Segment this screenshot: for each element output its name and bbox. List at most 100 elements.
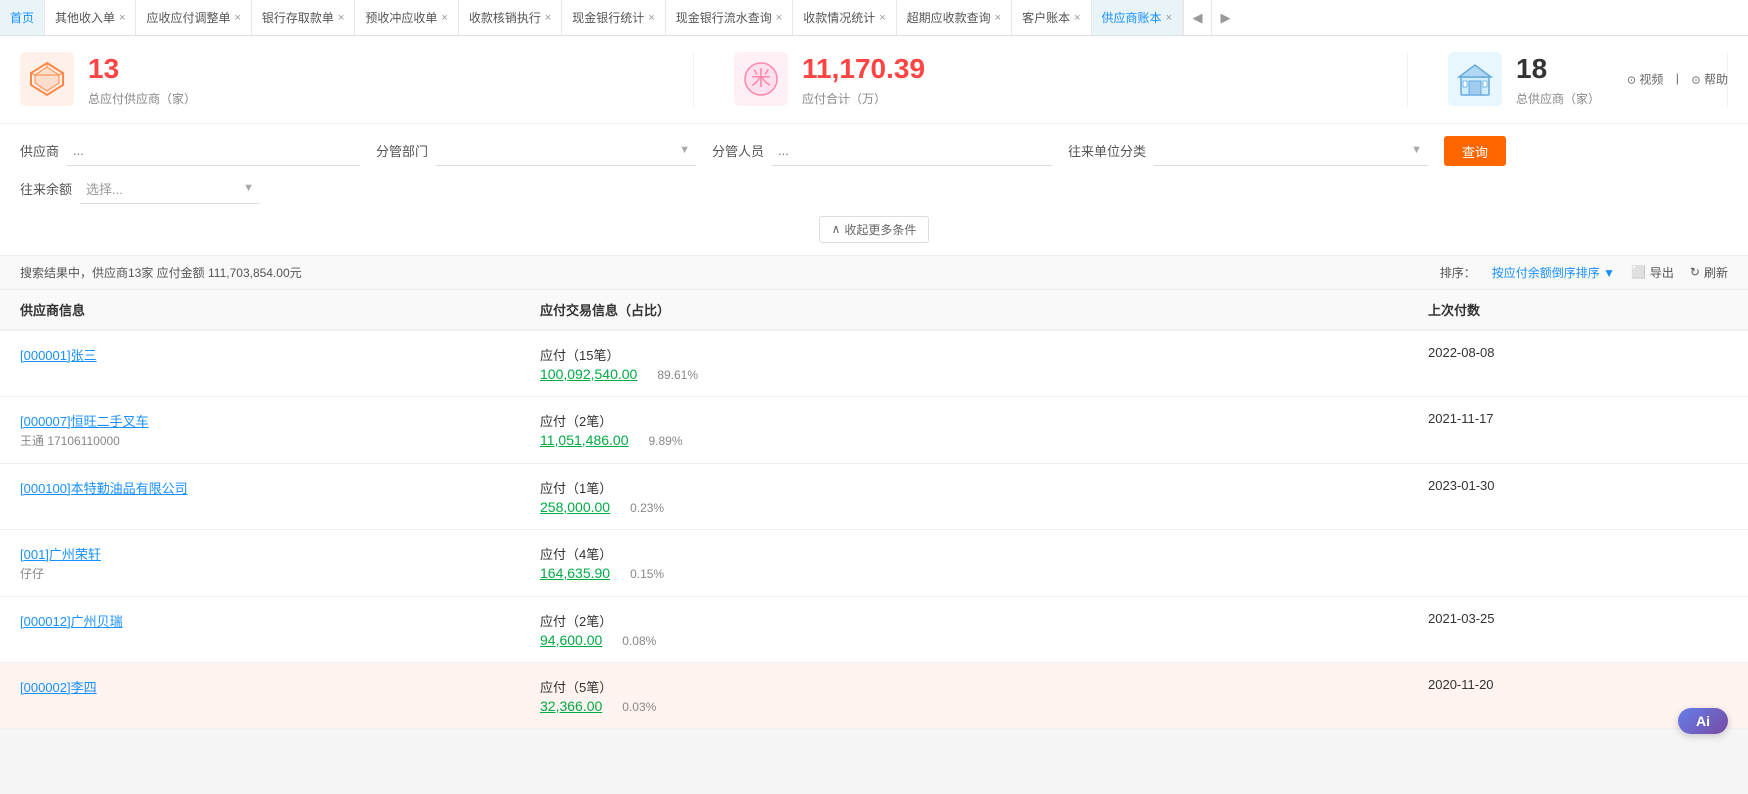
nav-tab-10-close[interactable]: × (1074, 12, 1080, 24)
ai-badge[interactable]: Ai (1678, 708, 1728, 734)
nav-tab-5[interactable]: 收款核销执行 × (459, 0, 562, 36)
nav-tab-5-close[interactable]: × (545, 12, 551, 24)
supplier-link-4[interactable]: [000012]广州贝瑞 (20, 611, 540, 630)
svg-text:米: 米 (751, 67, 771, 90)
nav-tab-8-close[interactable]: × (879, 12, 885, 24)
stats-banner: 13 总应付供应商（家） 米 11,170.39 应付合计（万） (0, 36, 1748, 124)
stat-label-payable-total: 应付合计（万） (802, 90, 925, 107)
refresh-button[interactable]: ↻ 刷新 (1690, 264, 1728, 281)
balance-chevron-down-icon: ▼ (243, 182, 254, 194)
cell-supplier-5: [000002]李四 (20, 677, 540, 696)
stat-info-total-suppliers: 18 总供应商（家） (1516, 52, 1600, 107)
nav-tab-6-close[interactable]: × (648, 12, 654, 24)
top-navigation: 首页 其他收入单 × 应收应付调整单 × 银行存取款单 × 预收冲应收单 × 收… (0, 0, 1748, 36)
table-row: [000100]本特勤油品有限公司 应付（1笔） 258,000.00 0.23… (0, 464, 1748, 530)
cell-transaction-5: 应付（5笔） 32,366.00 0.03% (540, 677, 1428, 714)
sort-value-label: 按应付余额倒序排序 (1492, 266, 1600, 280)
nav-tab-3[interactable]: 银行存取款单 × (252, 0, 355, 36)
nav-prev-arrow[interactable]: ◀ (1183, 0, 1211, 36)
trans-amount-4[interactable]: 94,600.00 (540, 632, 602, 648)
nav-tab-6[interactable]: 现金银行统计 × (562, 0, 665, 36)
nav-tab-home[interactable]: 首页 (0, 0, 45, 36)
supplier-link-0[interactable]: [000001]张三 (20, 345, 540, 364)
trans-amount-1[interactable]: 11,051,486.00 (540, 432, 629, 448)
collapse-button[interactable]: ∧ 收起更多条件 (819, 216, 930, 243)
nav-tab-2-close[interactable]: × (234, 12, 240, 24)
cell-lastpay-1: 2021-11-17 (1428, 411, 1728, 426)
trans-amount-3[interactable]: 164,635.90 (540, 565, 610, 581)
nav-tab-6-label: 现金银行统计 (572, 9, 644, 26)
result-summary: 搜索结果中，供应商13家 应付金额 111,703,854.00元 (20, 264, 302, 281)
nav-next-arrow[interactable]: ▶ (1211, 0, 1239, 36)
sort-dropdown[interactable]: 按应付余额倒序排序 ▼ (1492, 264, 1615, 281)
stat-icon-diamond (20, 52, 74, 106)
cell-lastpay-2: 2023-01-30 (1428, 478, 1728, 493)
result-bar-right: 排序： 按应付余额倒序排序 ▼ ⬜ 导出 ↻ 刷新 (1440, 264, 1728, 281)
trans-amount-2[interactable]: 258,000.00 (540, 499, 610, 515)
nav-tab-7-close[interactable]: × (776, 12, 782, 24)
balance-placeholder: 选择... (86, 179, 123, 198)
nav-tab-9-label: 超期应收款查询 (907, 9, 991, 26)
trans-amount-0[interactable]: 100,092,540.00 (540, 366, 637, 382)
cell-supplier-4: [000012]广州贝瑞 (20, 611, 540, 630)
supplier-link-1[interactable]: [000007]恒旺二手叉车 (20, 411, 540, 430)
query-button[interactable]: 查询 (1444, 136, 1506, 166)
nav-tab-11-close[interactable]: × (1166, 12, 1172, 24)
supplier-table: 供应商信息 应付交易信息（占比） 上次付数 [000001]张三 应付（15笔）… (0, 290, 1748, 729)
nav-tab-9[interactable]: 超期应收款查询 × (897, 0, 1012, 36)
supplier-link-5[interactable]: [000002]李四 (20, 677, 540, 696)
cell-lastpay-4: 2021-03-25 (1428, 611, 1728, 626)
nav-tab-3-label: 银行存取款单 (262, 9, 334, 26)
table-header: 供应商信息 应付交易信息（占比） 上次付数 (0, 290, 1748, 331)
nav-tab-11[interactable]: 供应商账本 × (1092, 0, 1183, 36)
help-link[interactable]: ⊙ 帮助 (1691, 71, 1728, 88)
nav-tab-8-label: 收款情况统计 (803, 9, 875, 26)
stat-label-total-suppliers: 总供应商（家） (1516, 90, 1600, 107)
person-input[interactable] (772, 136, 1052, 166)
category-select[interactable]: ▼ (1154, 136, 1428, 166)
filter-label-supplier: 供应商 (20, 141, 59, 160)
supplier-link-3[interactable]: [001]广州荣轩 (20, 544, 540, 563)
nav-tab-4[interactable]: 预收冲应收单 × (355, 0, 458, 36)
stat-info-payable-total: 11,170.39 应付合计（万） (802, 52, 925, 107)
sep-text: 丨 (1671, 71, 1683, 88)
filter-row-2: 往来余额 选择... ▼ (20, 174, 360, 204)
col-header-supplier: 供应商信息 (20, 300, 540, 319)
nav-tab-9-close[interactable]: × (995, 12, 1001, 24)
col-header-transaction: 应付交易信息（占比） (540, 300, 1428, 319)
nav-tab-7[interactable]: 现金银行流水查询 × (666, 0, 793, 36)
export-button[interactable]: ⬜ 导出 (1631, 264, 1674, 281)
filter-label-balance: 往来余额 (20, 179, 72, 198)
nav-tab-1[interactable]: 其他收入单 × (45, 0, 136, 36)
trans-amount-5[interactable]: 32,366.00 (540, 698, 602, 714)
stat-icon-shop (1448, 52, 1502, 106)
sort-prefix: 排序： (1440, 264, 1476, 281)
nav-tab-1-close[interactable]: × (119, 12, 125, 24)
cell-supplier-2: [000100]本特勤油品有限公司 (20, 478, 540, 497)
supplier-input[interactable] (67, 136, 360, 166)
dept-select[interactable]: ▼ (436, 136, 696, 166)
col-header-lastpay: 上次付数 (1428, 300, 1728, 319)
chevron-up-icon: ∧ (832, 222, 841, 236)
trans-pct-0: 89.61% (657, 368, 698, 382)
supplier-sub-3: 仔仔 (20, 565, 540, 582)
cell-lastpay-0: 2022-08-08 (1428, 345, 1728, 360)
filter-section: 供应商 分管部门 ▼ 分管人员 往来单位分类 ▼ 查询 往 (0, 124, 1748, 256)
cell-transaction-2: 应付（1笔） 258,000.00 0.23% (540, 478, 1428, 515)
trans-label-0: 应付（15笔） (540, 345, 1428, 364)
balance-select[interactable]: 选择... ▼ (80, 174, 260, 204)
nav-tab-2[interactable]: 应收应付调整单 × (136, 0, 251, 36)
nav-tab-10[interactable]: 客户账本 × (1012, 0, 1091, 36)
nav-tab-3-close[interactable]: × (338, 12, 344, 24)
nav-tab-11-label: 供应商账本 (1102, 9, 1162, 26)
video-link[interactable]: ⊙ 视频 (1627, 71, 1664, 88)
sort-chevron-down-icon: ▼ (1603, 266, 1615, 280)
stat-num-payable-suppliers: 13 (88, 52, 196, 86)
nav-tab-4-close[interactable]: × (441, 12, 447, 24)
supplier-sub-1: 王通 17106110000 (20, 432, 540, 449)
stat-label-payable-suppliers: 总应付供应商（家） (88, 90, 196, 107)
supplier-link-2[interactable]: [000100]本特勤油品有限公司 (20, 478, 540, 497)
export-label: 导出 (1650, 264, 1674, 281)
nav-tab-8[interactable]: 收款情况统计 × (793, 0, 896, 36)
cell-supplier-3: [001]广州荣轩 仔仔 (20, 544, 540, 582)
